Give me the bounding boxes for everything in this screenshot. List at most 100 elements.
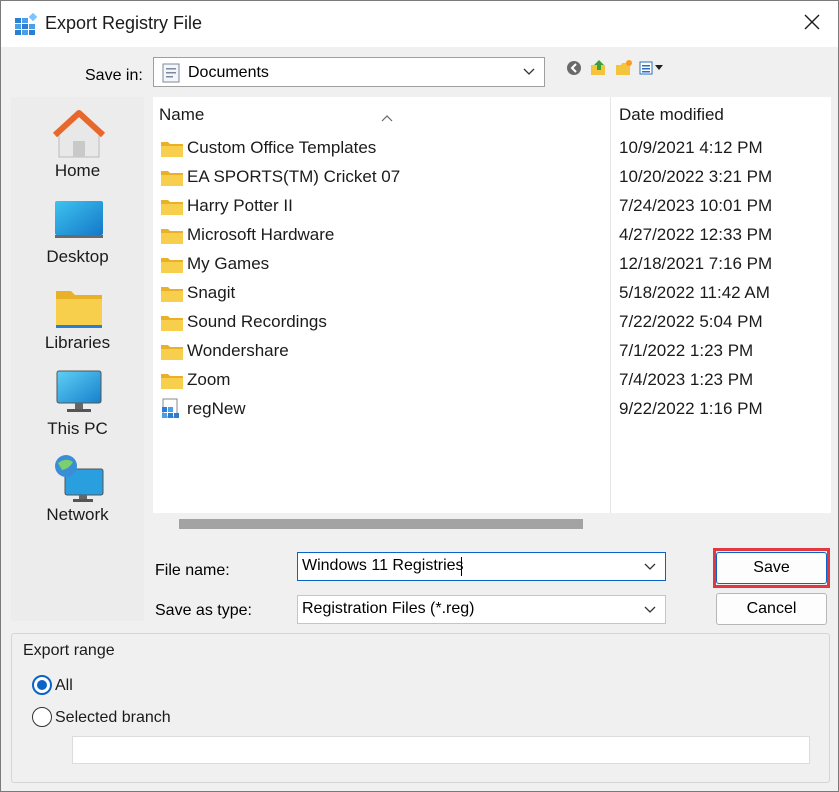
radio-selected-branch-label[interactable]: Selected branch: [55, 709, 171, 727]
new-folder-button[interactable]: [613, 59, 634, 82]
scrollbar-thumb[interactable]: [179, 519, 583, 529]
save-in-dropdown[interactable]: Documents: [153, 57, 545, 87]
file-row[interactable]: Snagit 5/18/2022 11:42 AM: [153, 279, 831, 308]
date-modified-cell: 10/9/2021 4:12 PM: [619, 138, 763, 157]
dialog-title: Export Registry File: [45, 13, 203, 33]
save-as-type-value: Registration Files (*.reg): [302, 600, 475, 617]
folder-icon: [160, 372, 184, 390]
file-name-cell: Microsoft Hardware: [187, 225, 335, 244]
file-name-cell: My Games: [187, 254, 270, 273]
date-modified-cell: 10/20/2022 3:21 PM: [619, 167, 773, 186]
file-name-label: File name:: [155, 562, 230, 579]
file-row[interactable]: EA SPORTS(TM) Cricket 07 10/20/2022 3:21 …: [153, 163, 831, 192]
date-modified-cell: 5/18/2022 11:42 AM: [619, 283, 770, 302]
place-label: This PC: [47, 419, 108, 438]
column-header-name[interactable]: Name: [159, 105, 609, 133]
file-row[interactable]: Microsoft Hardware 4/27/2022 12:33 PM: [153, 221, 831, 250]
documents-icon: [162, 63, 180, 88]
libraries-icon: [53, 281, 105, 331]
folder-icon: [160, 285, 184, 303]
horizontal-scrollbar[interactable]: [153, 513, 831, 537]
place-label: Libraries: [44, 333, 111, 352]
date-modified-cell: 7/4/2023 1:23 PM: [619, 370, 754, 389]
file-row[interactable]: Custom Office Templates 10/9/2021 4:12 PM: [153, 134, 831, 163]
file-name-cell: regNew: [187, 399, 246, 418]
chevron-down-icon: [522, 64, 536, 83]
place-label: Desktop: [46, 247, 109, 266]
save-button[interactable]: Save: [716, 552, 827, 584]
file-name-cell: Snagit: [187, 283, 236, 302]
file-name-cell: EA SPORTS(TM) Cricket 07: [187, 167, 401, 186]
save-in-value: Documents: [188, 64, 269, 81]
date-modified-cell: 9/22/2022 1:16 PM: [619, 399, 763, 418]
file-name-cell: Sound Recordings: [187, 312, 327, 331]
selected-branch-input[interactable]: [72, 736, 810, 764]
file-row[interactable]: Zoom 7/4/2023 1:23 PM: [153, 366, 831, 395]
chevron-down-icon[interactable]: [643, 559, 657, 578]
place-home[interactable]: Home: [11, 103, 144, 189]
folder-icon: [160, 314, 184, 332]
folder-icon: [160, 256, 184, 274]
cancel-button[interactable]: Cancel: [716, 593, 827, 625]
registry-app-icon: [14, 12, 38, 37]
column-header-date-modified[interactable]: Date modified: [619, 105, 819, 133]
file-name-cell: Harry Potter II: [187, 196, 293, 215]
save-as-type-label: Save as type:: [155, 602, 252, 619]
close-icon: [803, 13, 821, 36]
file-row[interactable]: My Games 12/18/2021 7:16 PM: [153, 250, 831, 279]
sort-ascending-icon: [381, 107, 393, 127]
file-row[interactable]: Wondershare 7/1/2022 1:23 PM: [153, 337, 831, 366]
new-folder-icon: [615, 59, 633, 82]
file-name-cell: Custom Office Templates: [187, 138, 377, 157]
date-modified-cell: 12/18/2021 7:16 PM: [619, 254, 773, 273]
text-caret: [461, 557, 462, 576]
folder-icon: [160, 140, 184, 158]
title-bar: Export Registry File: [1, 1, 838, 47]
date-modified-cell: 4/27/2022 12:33 PM: [619, 225, 773, 244]
file-list[interactable]: Name Date modified Custom Office Templat…: [153, 97, 831, 537]
date-modified-cell: 7/22/2022 5:04 PM: [619, 312, 763, 331]
file-row[interactable]: Sound Recordings 7/22/2022 5:04 PM: [153, 308, 831, 337]
file-name-cell: Wondershare: [187, 341, 289, 360]
column-date-label: Date modified: [619, 105, 724, 124]
folder-icon: [160, 227, 184, 245]
save-as-type-dropdown[interactable]: Registration Files (*.reg): [297, 595, 666, 624]
place-this-pc[interactable]: This PC: [11, 361, 144, 447]
radio-selected-branch[interactable]: [32, 707, 52, 727]
up-folder-icon: [590, 59, 608, 82]
export-registry-dialog: Export Registry File Save in: Documents: [0, 0, 839, 792]
save-in-label: Save in:: [85, 67, 143, 84]
file-name-input[interactable]: Windows 11 Registries: [297, 552, 666, 581]
folder-icon: [160, 198, 184, 216]
radio-all[interactable]: [32, 675, 52, 695]
folder-icon: [160, 169, 184, 187]
date-modified-cell: 7/24/2023 10:01 PM: [619, 196, 773, 215]
file-row[interactable]: Harry Potter II 7/24/2023 10:01 PM: [153, 192, 831, 221]
place-label: Home: [54, 161, 101, 180]
place-label: Network: [46, 505, 109, 524]
this-pc-icon: [53, 367, 105, 417]
navigation-toolbar: [563, 59, 666, 81]
back-button[interactable]: [563, 60, 584, 80]
place-desktop[interactable]: Desktop: [11, 189, 144, 275]
network-icon: [53, 453, 105, 503]
place-network[interactable]: Network: [11, 447, 144, 533]
places-bar: Home Desktop Libraries This PC Network: [11, 97, 144, 621]
registry-file-icon: [160, 398, 184, 418]
home-icon: [52, 109, 106, 159]
view-menu-icon: [639, 60, 665, 81]
up-folder-button[interactable]: [588, 59, 609, 82]
close-button[interactable]: [791, 7, 833, 41]
view-menu-button[interactable]: [638, 60, 666, 80]
desktop-icon: [53, 195, 105, 245]
file-name-cell: Zoom: [187, 370, 231, 389]
date-modified-cell: 7/1/2022 1:23 PM: [619, 341, 754, 360]
back-icon: [566, 60, 582, 81]
radio-all-label[interactable]: All: [55, 677, 73, 695]
chevron-down-icon: [643, 602, 657, 621]
file-row[interactable]: regNew 9/22/2022 1:16 PM: [153, 395, 831, 424]
column-name-label: Name: [159, 105, 205, 124]
export-range-title: Export range: [23, 642, 115, 660]
folder-icon: [160, 343, 184, 361]
place-libraries[interactable]: Libraries: [11, 275, 144, 361]
